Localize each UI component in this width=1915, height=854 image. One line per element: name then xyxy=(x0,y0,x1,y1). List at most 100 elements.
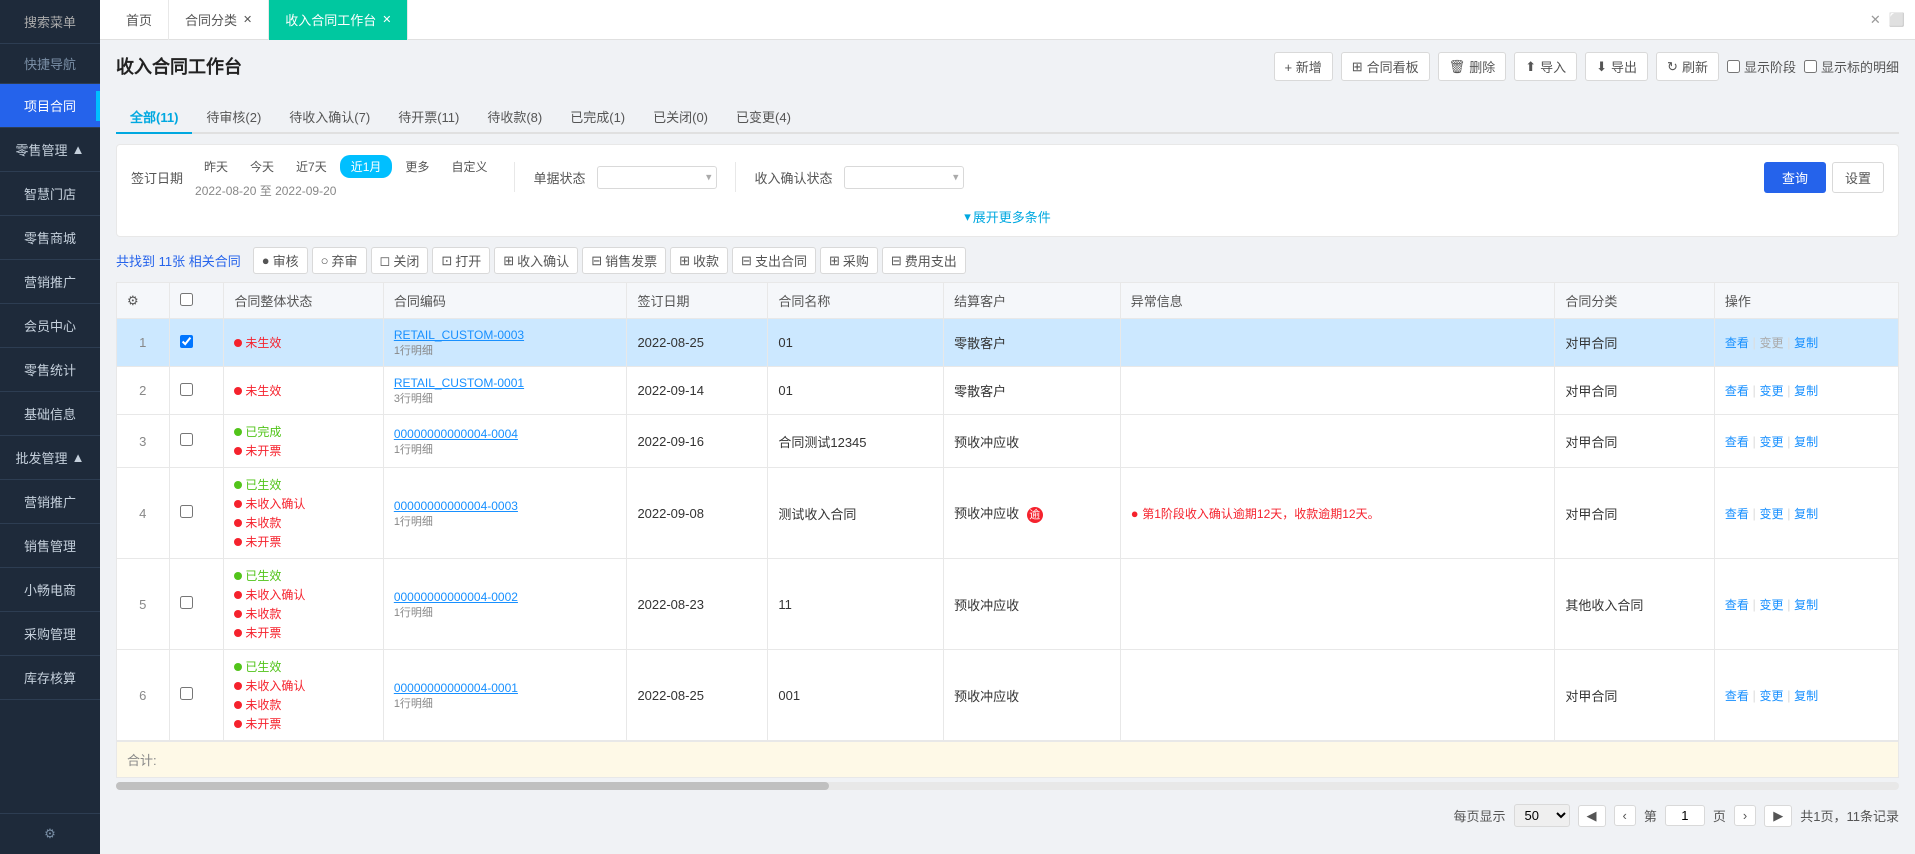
tab-home[interactable]: 首页 xyxy=(110,0,169,40)
income-confirm-btn[interactable]: ⊞ 收入确认 xyxy=(494,247,578,274)
close-contract-btn[interactable]: ◻ 关闭 xyxy=(371,247,429,274)
sidebar-item-xiaochangec[interactable]: 小畅电商 xyxy=(0,568,100,612)
contract-code-link[interactable]: 00000000000004-0002 xyxy=(394,590,518,604)
sub-tab-pending-payment[interactable]: 待收款(8) xyxy=(473,101,556,134)
op-change[interactable]: 变更 xyxy=(1759,435,1783,449)
contract-code-link[interactable]: RETAIL_CUSTOM-0003 xyxy=(394,328,524,342)
show-stage-check[interactable]: 显示阶段 xyxy=(1727,57,1796,76)
row-checkbox[interactable] xyxy=(169,319,224,367)
filter-yesterday[interactable]: 昨天 xyxy=(195,155,237,178)
last-page-btn[interactable]: ▶ xyxy=(1764,805,1792,827)
sidebar-item-purchase-mgmt[interactable]: 采购管理 xyxy=(0,612,100,656)
sidebar-item-member[interactable]: 会员中心 xyxy=(0,304,100,348)
sub-tab-pending-confirm[interactable]: 待收入确认(7) xyxy=(275,101,384,134)
row-checkbox[interactable] xyxy=(169,559,224,650)
income-confirm-select[interactable] xyxy=(844,166,964,189)
sidebar-item-wholesale-mgmt[interactable]: 批发管理▲ xyxy=(0,436,100,480)
sidebar-item-project[interactable]: 项目合同 xyxy=(0,84,100,128)
sidebar-item-retail-mall[interactable]: 零售商城 xyxy=(0,216,100,260)
select-all-checkbox[interactable] xyxy=(180,293,193,306)
sidebar-item-inventory[interactable]: 库存核算 xyxy=(0,656,100,700)
purchase-btn[interactable]: ⊞ 采购 xyxy=(820,247,878,274)
setting-button[interactable]: 设置 xyxy=(1832,162,1884,193)
out-contract-btn[interactable]: ⊟ 支出合同 xyxy=(732,247,816,274)
tab-contract-classify[interactable]: 合同分类 ✕ xyxy=(169,0,269,40)
sidebar-item-retail-stats[interactable]: 零售统计 xyxy=(0,348,100,392)
sidebar-item-sales-mgmt[interactable]: 销售管理 xyxy=(0,524,100,568)
filter-7days[interactable]: 近7天 xyxy=(287,155,336,178)
op-copy[interactable]: 复制 xyxy=(1794,384,1818,398)
close-tab-contract-classify[interactable]: ✕ xyxy=(243,13,252,26)
abandon-btn[interactable]: ○ 弃审 xyxy=(312,247,367,274)
th-settings[interactable]: ⚙ xyxy=(117,283,170,319)
row-checkbox[interactable] xyxy=(169,468,224,559)
sidebar-item-retail-mgmt[interactable]: 零售管理▲ xyxy=(0,128,100,172)
tab-income-workbench[interactable]: 收入合同工作台 ✕ xyxy=(269,0,408,40)
contract-code-link[interactable]: 00000000000004-0004 xyxy=(394,427,518,441)
query-button[interactable]: 查询 xyxy=(1764,162,1826,193)
sidebar-search[interactable]: 搜索菜单 xyxy=(0,0,100,44)
page-size-select[interactable]: 50 100 200 xyxy=(1514,804,1570,827)
op-change[interactable]: 变更 xyxy=(1759,384,1783,398)
horizontal-scrollbar[interactable] xyxy=(116,782,1899,790)
op-change[interactable]: 变更 xyxy=(1759,598,1783,612)
sales-invoice-btn[interactable]: ⊟ 销售发票 xyxy=(582,247,666,274)
sub-tab-all[interactable]: 全部(11) xyxy=(116,101,192,134)
sidebar-item-smart-store[interactable]: 智慧门店 xyxy=(0,172,100,216)
contract-code-link[interactable]: 00000000000004-0001 xyxy=(394,681,518,695)
op-copy[interactable]: 复制 xyxy=(1794,435,1818,449)
op-copy[interactable]: 复制 xyxy=(1794,689,1818,703)
sidebar-item-marketing[interactable]: 营销推广 xyxy=(0,260,100,304)
op-view[interactable]: 查看 xyxy=(1725,435,1749,449)
sub-tab-pending-review[interactable]: 待审核(2) xyxy=(192,101,275,134)
expand-more-btn[interactable]: ▾ 展开更多条件 xyxy=(964,207,1051,226)
op-view[interactable]: 查看 xyxy=(1725,689,1749,703)
window-maximize-icon[interactable]: ⬜ xyxy=(1889,12,1905,28)
page-input[interactable] xyxy=(1665,805,1705,826)
sidebar-item-basic-info[interactable]: 基础信息 xyxy=(0,392,100,436)
add-button[interactable]: + 新增 xyxy=(1274,52,1333,81)
export-button[interactable]: ⬇ 导出 xyxy=(1585,52,1648,81)
sidebar-item-marketing2[interactable]: 营销推广 xyxy=(0,480,100,524)
row-checkbox[interactable] xyxy=(169,650,224,741)
sidebar-settings[interactable]: ⚙ xyxy=(0,813,100,854)
import-button[interactable]: ⬆ 导入 xyxy=(1514,52,1577,81)
print-btn[interactable]: ⊡ 打开 xyxy=(432,247,490,274)
op-change[interactable]: 变更 xyxy=(1759,689,1783,703)
filter-today[interactable]: 今天 xyxy=(241,155,283,178)
op-change[interactable]: 变更 xyxy=(1759,507,1783,521)
row-checkbox[interactable] xyxy=(169,367,224,415)
refresh-button[interactable]: ↻ 刷新 xyxy=(1656,52,1719,81)
sub-tab-changed[interactable]: 已变更(4) xyxy=(722,101,805,134)
review-btn[interactable]: ● 审核 xyxy=(253,247,308,274)
show-mark-check[interactable]: 显示标的明细 xyxy=(1804,57,1899,76)
close-tab-income-workbench[interactable]: ✕ xyxy=(382,13,391,26)
expense-out-btn[interactable]: ⊟ 费用支出 xyxy=(882,247,966,274)
collect-btn[interactable]: ⊞ 收款 xyxy=(670,247,728,274)
filter-custom[interactable]: 自定义 xyxy=(442,155,496,178)
op-copy[interactable]: 复制 xyxy=(1794,507,1818,521)
sub-tab-pending-invoice[interactable]: 待开票(11) xyxy=(384,101,473,134)
op-copy[interactable]: 复制 xyxy=(1794,336,1818,350)
contract-code-link[interactable]: RETAIL_CUSTOM-0001 xyxy=(394,376,524,390)
op-view[interactable]: 查看 xyxy=(1725,507,1749,521)
prev-page-btn[interactable]: ‹ xyxy=(1614,805,1636,826)
sidebar-nav[interactable]: 快捷导航 xyxy=(0,44,100,84)
filter-more[interactable]: 更多 xyxy=(396,155,438,178)
delete-button[interactable]: 🗑 删除 xyxy=(1438,52,1507,81)
doc-status-select[interactable] xyxy=(597,166,717,189)
op-view[interactable]: 查看 xyxy=(1725,336,1749,350)
window-close-icon[interactable]: ✕ xyxy=(1870,12,1881,28)
first-page-btn[interactable]: ◀ xyxy=(1578,805,1606,827)
contract-code-link[interactable]: 00000000000004-0003 xyxy=(394,499,518,513)
sub-tab-closed[interactable]: 已关闭(0) xyxy=(639,101,722,134)
op-view[interactable]: 查看 xyxy=(1725,598,1749,612)
op-copy[interactable]: 复制 xyxy=(1794,598,1818,612)
op-view[interactable]: 查看 xyxy=(1725,384,1749,398)
row-checkbox[interactable] xyxy=(169,415,224,468)
sub-tab-completed[interactable]: 已完成(1) xyxy=(556,101,639,134)
filter-1month[interactable]: 近1月 xyxy=(340,155,393,178)
scrollbar-thumb[interactable] xyxy=(116,782,829,790)
contract-board-button[interactable]: ⊞ 合同看板 xyxy=(1341,52,1430,81)
next-page-btn[interactable]: › xyxy=(1734,805,1756,826)
